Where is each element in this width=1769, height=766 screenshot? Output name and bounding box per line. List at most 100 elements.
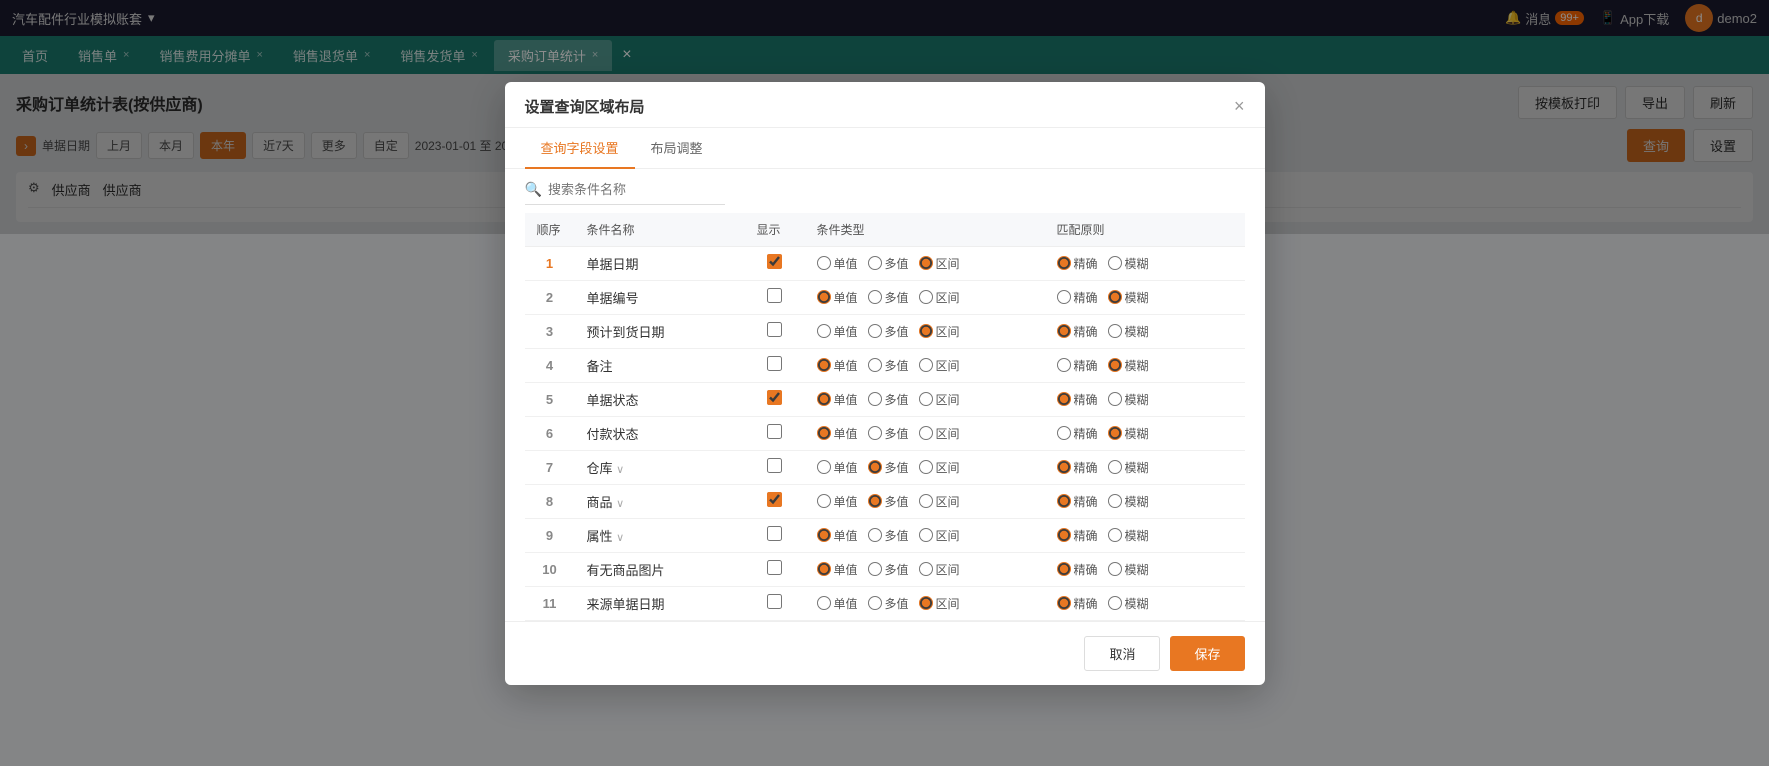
match-precise-label-9[interactable]: 精确 <box>1057 527 1098 544</box>
type-range-radio-3[interactable] <box>919 324 933 338</box>
type-multi-radio-10[interactable] <box>868 562 882 576</box>
cancel-btn[interactable]: 取消 <box>1084 636 1160 671</box>
dropdown-icon[interactable]: ∨ <box>616 498 624 510</box>
match-precise-radio-4[interactable] <box>1057 358 1071 372</box>
match-precise-label-8[interactable]: 精确 <box>1057 493 1098 510</box>
type-range-label-3[interactable]: 区间 <box>919 323 960 340</box>
match-precise-label-6[interactable]: 精确 <box>1057 425 1098 442</box>
match-precise-radio-1[interactable] <box>1057 256 1071 270</box>
type-multi-label-11[interactable]: 多值 <box>868 595 909 612</box>
type-multi-label-10[interactable]: 多值 <box>868 561 909 578</box>
type-range-radio-11[interactable] <box>919 596 933 610</box>
type-multi-label-6[interactable]: 多值 <box>868 425 909 442</box>
type-range-radio-6[interactable] <box>919 426 933 440</box>
match-fuzzy-radio-9[interactable] <box>1108 528 1122 542</box>
checkbox-4[interactable] <box>767 356 782 371</box>
match-precise-label-7[interactable]: 精确 <box>1057 459 1098 476</box>
match-fuzzy-radio-11[interactable] <box>1108 596 1122 610</box>
match-precise-label-3[interactable]: 精确 <box>1057 323 1098 340</box>
type-multi-label-9[interactable]: 多值 <box>868 527 909 544</box>
type-range-label-6[interactable]: 区间 <box>919 425 960 442</box>
match-fuzzy-label-10[interactable]: 模糊 <box>1108 561 1149 578</box>
match-precise-radio-11[interactable] <box>1057 596 1071 610</box>
type-single-label-5[interactable]: 单值 <box>817 391 858 408</box>
type-single-radio-10[interactable] <box>817 562 831 576</box>
match-fuzzy-label-3[interactable]: 模糊 <box>1108 323 1149 340</box>
type-range-radio-4[interactable] <box>919 358 933 372</box>
type-single-label-1[interactable]: 单值 <box>817 255 858 272</box>
match-fuzzy-label-8[interactable]: 模糊 <box>1108 493 1149 510</box>
type-range-radio-8[interactable] <box>919 494 933 508</box>
type-range-radio-10[interactable] <box>919 562 933 576</box>
type-single-label-9[interactable]: 单值 <box>817 527 858 544</box>
match-precise-radio-5[interactable] <box>1057 392 1071 406</box>
type-multi-label-1[interactable]: 多值 <box>868 255 909 272</box>
type-single-radio-7[interactable] <box>817 460 831 474</box>
match-precise-label-11[interactable]: 精确 <box>1057 595 1098 612</box>
type-range-radio-7[interactable] <box>919 460 933 474</box>
match-precise-radio-7[interactable] <box>1057 460 1071 474</box>
row-display-4[interactable] <box>745 348 805 382</box>
type-range-radio-9[interactable] <box>919 528 933 542</box>
checkbox-11[interactable] <box>767 594 782 609</box>
type-multi-radio-3[interactable] <box>868 324 882 338</box>
type-single-label-8[interactable]: 单值 <box>817 493 858 510</box>
type-multi-label-4[interactable]: 多值 <box>868 357 909 374</box>
type-range-radio-1[interactable] <box>919 256 933 270</box>
match-precise-radio-10[interactable] <box>1057 562 1071 576</box>
type-multi-label-2[interactable]: 多值 <box>868 289 909 306</box>
type-single-label-4[interactable]: 单值 <box>817 357 858 374</box>
match-precise-label-2[interactable]: 精确 <box>1057 289 1098 306</box>
match-fuzzy-radio-1[interactable] <box>1108 256 1122 270</box>
match-fuzzy-radio-8[interactable] <box>1108 494 1122 508</box>
match-fuzzy-label-5[interactable]: 模糊 <box>1108 391 1149 408</box>
match-precise-label-10[interactable]: 精确 <box>1057 561 1098 578</box>
type-multi-radio-4[interactable] <box>868 358 882 372</box>
row-display-11[interactable] <box>745 586 805 620</box>
type-range-label-7[interactable]: 区间 <box>919 459 960 476</box>
type-multi-radio-2[interactable] <box>868 290 882 304</box>
type-multi-radio-5[interactable] <box>868 392 882 406</box>
type-single-radio-1[interactable] <box>817 256 831 270</box>
type-range-radio-2[interactable] <box>919 290 933 304</box>
match-fuzzy-radio-10[interactable] <box>1108 562 1122 576</box>
row-display-7[interactable] <box>745 450 805 484</box>
match-precise-label-4[interactable]: 精确 <box>1057 357 1098 374</box>
checkbox-6[interactable] <box>767 424 782 439</box>
type-multi-label-8[interactable]: 多值 <box>868 493 909 510</box>
match-precise-label-5[interactable]: 精确 <box>1057 391 1098 408</box>
match-precise-radio-9[interactable] <box>1057 528 1071 542</box>
type-single-radio-6[interactable] <box>817 426 831 440</box>
type-single-radio-5[interactable] <box>817 392 831 406</box>
type-single-radio-4[interactable] <box>817 358 831 372</box>
type-single-label-7[interactable]: 单值 <box>817 459 858 476</box>
type-single-label-10[interactable]: 单值 <box>817 561 858 578</box>
type-range-label-8[interactable]: 区间 <box>919 493 960 510</box>
match-fuzzy-label-6[interactable]: 模糊 <box>1108 425 1149 442</box>
dropdown-icon[interactable]: ∨ <box>616 464 624 476</box>
search-input[interactable] <box>548 182 725 197</box>
row-display-5[interactable] <box>745 382 805 416</box>
type-multi-radio-7[interactable] <box>868 460 882 474</box>
type-range-label-2[interactable]: 区间 <box>919 289 960 306</box>
type-multi-radio-1[interactable] <box>868 256 882 270</box>
match-fuzzy-label-4[interactable]: 模糊 <box>1108 357 1149 374</box>
type-single-radio-11[interactable] <box>817 596 831 610</box>
type-range-label-10[interactable]: 区间 <box>919 561 960 578</box>
save-btn[interactable]: 保存 <box>1170 636 1244 671</box>
checkbox-3[interactable] <box>767 322 782 337</box>
tab-query-fields[interactable]: 查询字段设置 <box>525 128 635 169</box>
row-display-6[interactable] <box>745 416 805 450</box>
type-multi-label-7[interactable]: 多值 <box>868 459 909 476</box>
match-fuzzy-label-7[interactable]: 模糊 <box>1108 459 1149 476</box>
type-single-radio-3[interactable] <box>817 324 831 338</box>
type-single-label-2[interactable]: 单值 <box>817 289 858 306</box>
match-precise-radio-6[interactable] <box>1057 426 1071 440</box>
type-range-label-4[interactable]: 区间 <box>919 357 960 374</box>
type-single-label-11[interactable]: 单值 <box>817 595 858 612</box>
type-multi-label-3[interactable]: 多值 <box>868 323 909 340</box>
match-fuzzy-radio-7[interactable] <box>1108 460 1122 474</box>
row-display-2[interactable] <box>745 280 805 314</box>
type-single-label-3[interactable]: 单值 <box>817 323 858 340</box>
type-multi-radio-8[interactable] <box>868 494 882 508</box>
